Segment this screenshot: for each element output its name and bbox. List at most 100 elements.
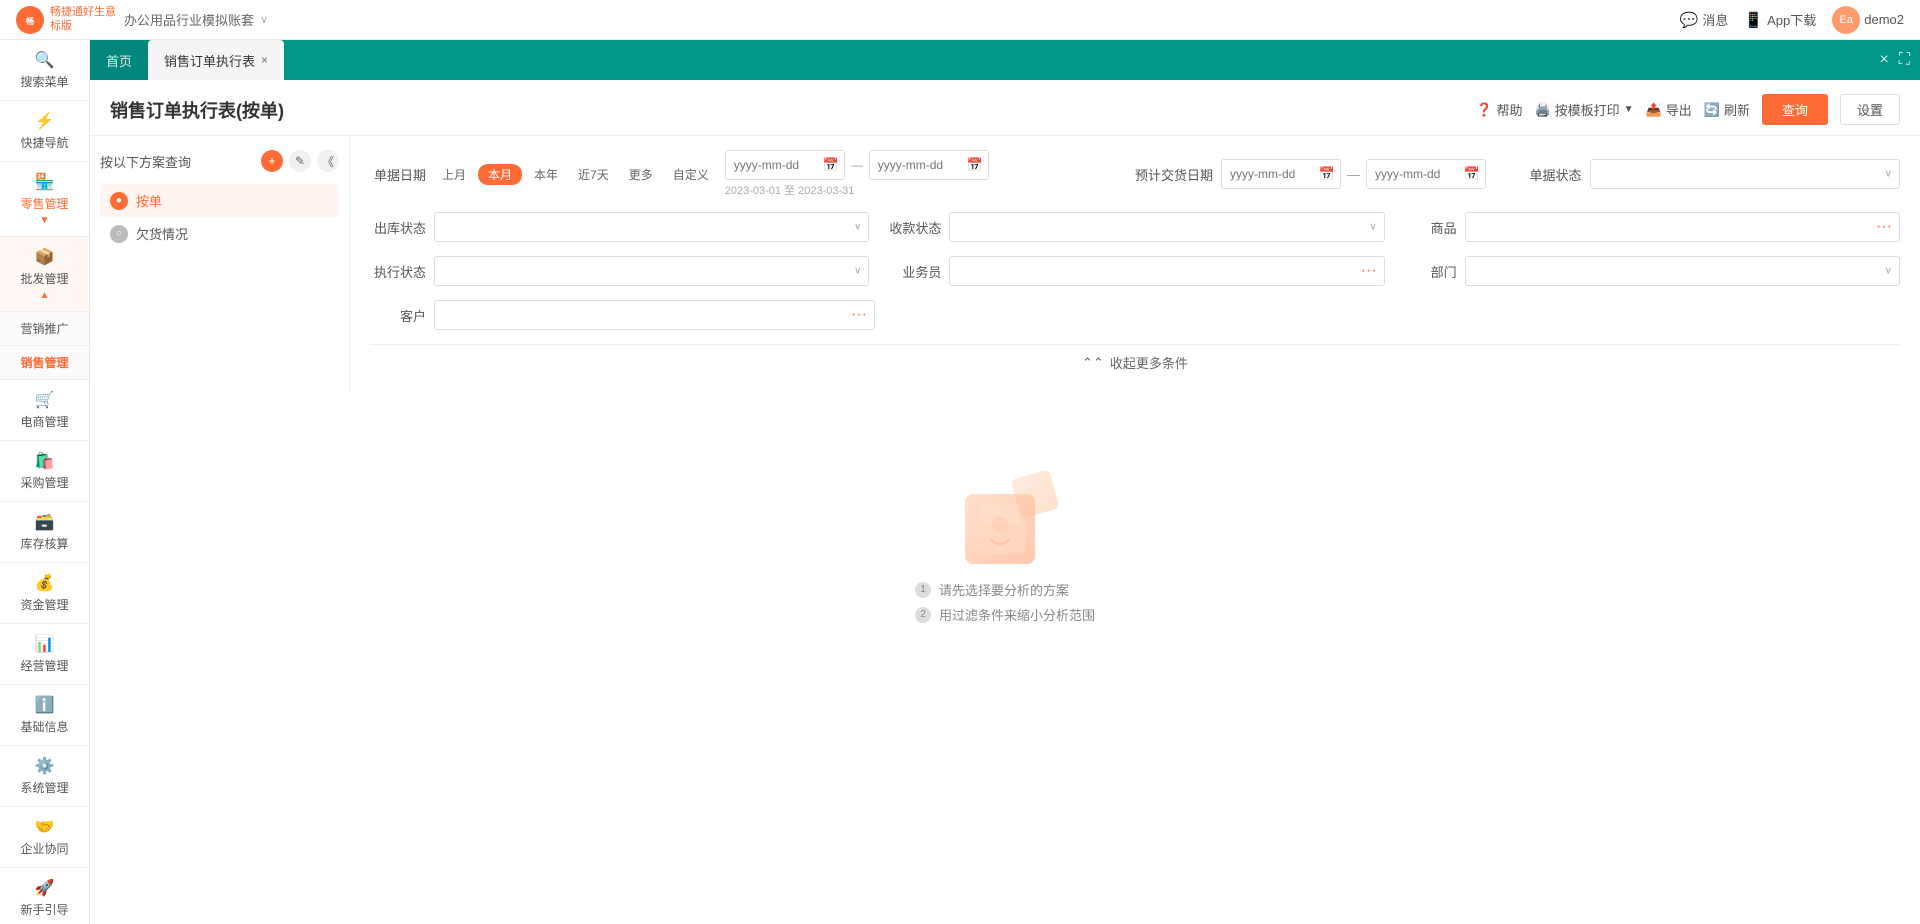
filter-control-doc-status (1590, 159, 1901, 189)
filter-select-payment[interactable] (949, 212, 1384, 242)
sidebar-item-basic-info[interactable]: ℹ️ 基础信息 (0, 685, 89, 746)
collapse-conditions-button[interactable]: ⌃⌃ 收起更多条件 (370, 344, 1900, 380)
filter-nav-backorder[interactable]: ○ 欠货情况 (100, 217, 339, 250)
add-scheme-button[interactable]: + (261, 150, 283, 172)
customer-picker-icon[interactable]: ··· (847, 306, 871, 324)
empty-hints: 1 请先选择要分析的方案 2 用过滤条件来缩小分析范围 (915, 580, 1095, 624)
expected-date-to-input[interactable] (1366, 159, 1486, 189)
date-tab-more[interactable]: 更多 (621, 164, 661, 185)
filter-input-customer[interactable] (434, 300, 875, 330)
user-area[interactable]: Ea demo2 (1832, 6, 1904, 34)
tab-close-icon[interactable]: × (261, 53, 268, 67)
sidebar-label-search: 搜索菜单 (20, 73, 68, 90)
sidebar-label-operations: 经营管理 (20, 657, 68, 674)
filter-select-outbound[interactable] (434, 212, 869, 242)
sidebar-item-enterprise[interactable]: 🤝 企业协同 (0, 807, 89, 868)
query-button[interactable]: 查询 (1762, 94, 1828, 125)
sidebar-item-system[interactable]: ⚙️ 系统管理 (0, 746, 89, 807)
filter-field-date: 单据日期 上月 本月 本年 近7天 更多 自定义 (370, 150, 1119, 198)
sidebar-item-operations[interactable]: 📊 经营管理 (0, 624, 89, 685)
sidebar-item-finance[interactable]: 💰 资金管理 (0, 563, 89, 624)
sidebar-sub-item-sales[interactable]: 销售管理 (0, 346, 89, 379)
enterprise-icon: 🤝 (35, 817, 55, 837)
page-content: 销售订单执行表(按单) ❓ 帮助 🖨️ 按模板打印 ▼ 📤 (90, 80, 1920, 924)
refresh-label: 刷新 (1724, 100, 1750, 119)
sidebar-sub-marketing: 营销推广 (0, 312, 89, 346)
filter-label-expected-date: 预计交货日期 (1135, 165, 1213, 184)
filter-label-outbound: 出库状态 (370, 218, 426, 237)
page-header: 销售订单执行表(按单) ❓ 帮助 🖨️ 按模板打印 ▼ 📤 (90, 80, 1920, 136)
breadcrumb[interactable]: 办公用品行业模拟账套 ∨ (124, 10, 268, 29)
sidebar-item-guide[interactable]: 🚀 新手引导 (0, 868, 89, 924)
logo-area: 畅 畅捷通好生意 标版 (16, 6, 116, 34)
hint-text-1: 请先选择要分析的方案 (939, 580, 1069, 599)
filter-select-doc-status[interactable] (1590, 159, 1901, 189)
sidebar-sub-item-marketing[interactable]: 营销推广 (0, 312, 89, 345)
sidebar-item-ecommerce[interactable]: 🛒 电商管理 (0, 380, 89, 441)
date-subtext: 2023-03-01 至 2023-03-31 (725, 182, 989, 198)
sidebar-sub-sales: 销售管理 (0, 346, 89, 380)
filter-select-department[interactable] (1465, 256, 1900, 286)
filter-control-expected-date: 📅 — 📅 (1221, 159, 1509, 189)
expected-date-separator: — (1347, 167, 1360, 182)
window-expand-icon[interactable]: ⛶ (1899, 51, 1910, 69)
help-icon: ❓ (1476, 102, 1492, 118)
sidebar-item-purchase[interactable]: 🛍️ 采购管理 (0, 441, 89, 502)
filter-label-department: 部门 (1401, 262, 1457, 281)
export-button[interactable]: 📤 导出 (1646, 100, 1692, 119)
app-download-label: App下载 (1767, 10, 1816, 29)
filter-label-exec-status: 执行状态 (370, 262, 426, 281)
message-button[interactable]: 💬 消息 (1680, 10, 1729, 29)
filter-input-product[interactable] (1465, 212, 1900, 242)
sidebar-item-quick-nav[interactable]: ⚡ 快捷导航 (0, 101, 89, 162)
filter-field-product: 商品 ··· (1401, 212, 1900, 242)
filter-left-icons: + ✎ 《 (261, 150, 339, 172)
tab-sales-exec[interactable]: 销售订单执行表 × (148, 40, 284, 80)
empty-state: 1 请先选择要分析的方案 2 用过滤条件来缩小分析范围 (90, 394, 1920, 664)
date-to-input[interactable] (869, 150, 989, 180)
export-label: 导出 (1666, 100, 1692, 119)
print-button[interactable]: 🖨️ 按模板打印 ▼ (1534, 100, 1633, 119)
sidebar-item-retail[interactable]: 🏪 零售管理 ▼ (0, 162, 89, 237)
message-label: 消息 (1702, 10, 1728, 29)
filter-control-product: ··· (1465, 212, 1900, 242)
filter-row-1: 单据日期 上月 本月 本年 近7天 更多 自定义 (370, 150, 1900, 198)
date-tab-custom[interactable]: 自定义 (665, 164, 717, 185)
tab-bar-right: × ⛶ (1879, 51, 1920, 69)
window-close-icon[interactable]: × (1879, 51, 1888, 69)
filter-select-exec-status[interactable] (434, 256, 869, 286)
sidebar-item-wholesale[interactable]: 📦 批发管理 ▲ (0, 237, 89, 312)
filter-control-customer: ··· (434, 300, 875, 330)
date-from-input[interactable] (725, 150, 845, 180)
settings-button[interactable]: 设置 (1840, 94, 1900, 125)
edit-scheme-icon: ✎ (295, 154, 305, 168)
sidebar-item-inventory[interactable]: 🗃️ 库存核算 (0, 502, 89, 563)
date-tab-7days[interactable]: 近7天 (570, 164, 617, 185)
filter-label-customer: 客户 (370, 306, 426, 325)
filter-nav-order-label: 按单 (136, 191, 162, 210)
date-tab-this-year[interactable]: 本年 (526, 164, 566, 185)
help-button[interactable]: ❓ 帮助 (1476, 100, 1522, 119)
filter-input-salesperson[interactable] (949, 256, 1384, 286)
filter-field-payment: 收款状态 (885, 212, 1384, 242)
refresh-button[interactable]: 🔄 刷新 (1704, 100, 1750, 119)
edit-scheme-button[interactable]: ✎ (289, 150, 311, 172)
date-tab-this-month[interactable]: 本月 (478, 164, 522, 185)
filter-nav-backorder-icon: ○ (110, 225, 128, 243)
expected-date-from-input[interactable] (1221, 159, 1341, 189)
sidebar-label-wholesale: 批发管理 (20, 270, 68, 287)
search-icon: 🔍 (35, 50, 55, 70)
product-picker-icon[interactable]: ··· (1872, 218, 1896, 236)
sidebar-label-system: 系统管理 (20, 779, 68, 796)
collapse-left-button[interactable]: 《 (317, 150, 339, 172)
empty-icon (955, 474, 1055, 564)
filter-field-exec-status: 执行状态 (370, 256, 869, 286)
sidebar-item-search[interactable]: 🔍 搜索菜单 (0, 40, 89, 101)
filter-nav-by-order[interactable]: ● 按单 (100, 184, 339, 217)
tab-home[interactable]: 首页 (90, 40, 148, 80)
salesperson-picker-icon[interactable]: ··· (1357, 262, 1381, 280)
date-tab-last-month[interactable]: 上月 (434, 164, 474, 185)
app-download-button[interactable]: 📱 App下载 (1744, 10, 1816, 29)
filter-field-salesperson: 业务员 ··· (885, 256, 1384, 286)
sidebar-label-purchase: 采购管理 (20, 474, 68, 491)
